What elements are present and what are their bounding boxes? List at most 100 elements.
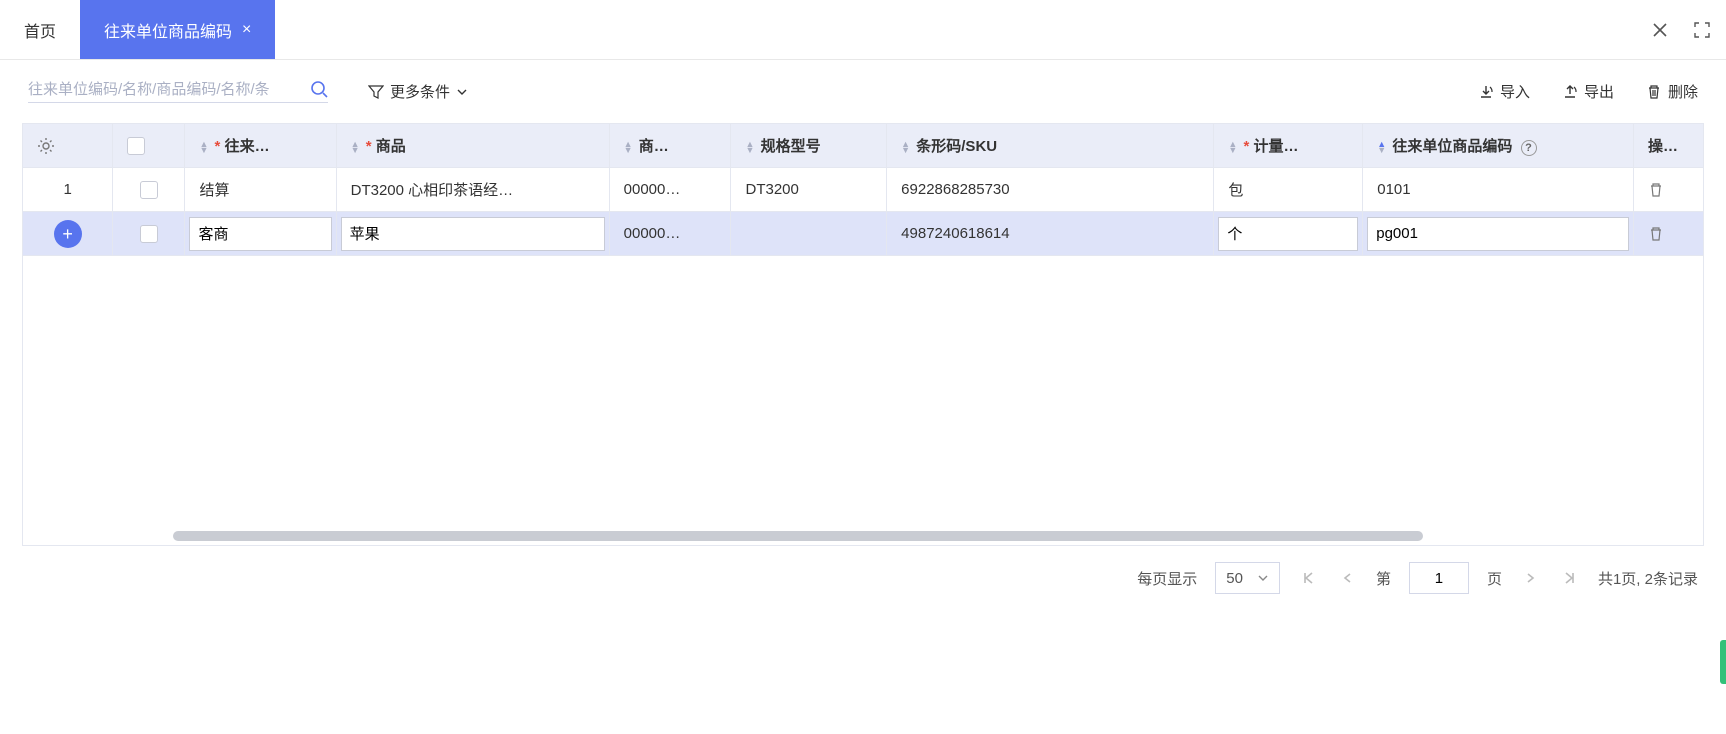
sort-icon: ▲▼ — [199, 141, 208, 153]
table-header-row: ▲▼ * 往来… ▲▼ * 商品 ▲▼ 商… ▲▼ 规格型号 ▲▼ 条形码/SK… — [23, 124, 1704, 168]
toolbar: 更多条件 导入 导出 删除 — [0, 60, 1726, 123]
close-all-tabs-button[interactable] — [1648, 18, 1672, 42]
col-barcode-label: 条形码/SKU — [916, 138, 997, 155]
col-unit-label: 计量… — [1253, 138, 1298, 155]
page-suffix: 页 — [1487, 568, 1502, 589]
col-ops-header: 操… — [1634, 124, 1704, 168]
trash-icon[interactable] — [1648, 226, 1689, 242]
cell-product[interactable]: DT3200 心相印茶语经… — [336, 168, 609, 212]
cell-product-code[interactable]: 00000… — [609, 168, 731, 212]
col-spec-header[interactable]: ▲▼ 规格型号 — [731, 124, 887, 168]
search-input[interactable] — [28, 81, 310, 98]
trash-icon[interactable] — [1648, 182, 1689, 198]
table-region: ▲▼ * 往来… ▲▼ * 商品 ▲▼ 商… ▲▼ 规格型号 ▲▼ 条形码/SK… — [0, 123, 1726, 546]
cell-barcode[interactable]: 4987240618614 — [887, 212, 1214, 256]
sort-icon: ▲▼ — [901, 141, 910, 153]
horizontal-scrollbar[interactable] — [173, 531, 1423, 541]
select-all-checkbox[interactable] — [127, 137, 145, 155]
import-icon — [1478, 84, 1494, 100]
col-product-code-header[interactable]: ▲▼ 商… — [609, 124, 731, 168]
delete-label: 删除 — [1668, 81, 1698, 102]
sort-icon: ▲▼ — [1228, 141, 1237, 153]
table-empty-area — [22, 256, 1704, 546]
cell-spec[interactable] — [731, 212, 887, 256]
import-label: 导入 — [1500, 81, 1530, 102]
table-row[interactable]: 1 结算 DT3200 心相印茶语经… 00000… DT3200 692286… — [23, 168, 1704, 212]
cell-unit[interactable] — [1214, 212, 1363, 256]
row-delete-cell[interactable] — [1634, 168, 1704, 212]
export-icon — [1562, 84, 1578, 100]
gear-icon — [37, 137, 55, 155]
unit-input[interactable] — [1218, 217, 1358, 251]
col-spec-label: 规格型号 — [761, 138, 821, 155]
cell-partner[interactable]: 结算 — [185, 168, 336, 212]
x-icon — [1651, 21, 1669, 39]
col-product-header[interactable]: ▲▼ * 商品 — [336, 124, 609, 168]
sort-icon: ▲▼ — [624, 141, 633, 153]
add-row-button[interactable]: + — [54, 220, 82, 248]
next-page-button[interactable] — [1520, 572, 1540, 584]
cell-product-code[interactable]: 00000… — [609, 212, 731, 256]
row-checkbox-cell[interactable] — [113, 168, 185, 212]
col-partner-code-label: 往来单位商品编码 — [1392, 138, 1512, 155]
export-label: 导出 — [1584, 81, 1614, 102]
prev-page-button[interactable] — [1338, 572, 1358, 584]
row-delete-cell[interactable] — [1634, 212, 1704, 256]
required-mark: * — [215, 138, 221, 155]
checkbox-header[interactable] — [113, 124, 185, 168]
sort-icon: ▲▼ — [351, 141, 360, 153]
per-page-label: 每页显示 — [1137, 568, 1197, 589]
col-partner-header[interactable]: ▲▼ * 往来… — [185, 124, 336, 168]
toolbar-right: 导入 导出 删除 — [1478, 81, 1698, 102]
cell-product[interactable] — [336, 212, 609, 256]
tab-home[interactable]: 首页 — [0, 0, 80, 59]
page-size-value: 50 — [1226, 570, 1243, 587]
more-filters-label: 更多条件 — [390, 81, 450, 102]
add-row-cell: + — [23, 212, 113, 256]
last-page-button[interactable] — [1558, 571, 1580, 585]
tab-active[interactable]: 往来单位商品编码 × — [80, 0, 275, 59]
row-checkbox-cell[interactable] — [113, 212, 185, 256]
col-ops-label: 操… — [1648, 138, 1678, 155]
row-index: 1 — [23, 168, 113, 212]
cell-barcode[interactable]: 6922868285730 — [887, 168, 1214, 212]
page-number-input[interactable] — [1409, 562, 1469, 594]
col-partner-code-header[interactable]: ▲▼ 往来单位商品编码 ? — [1363, 124, 1634, 168]
trash-icon — [1646, 84, 1662, 100]
cell-partner-code[interactable]: 0101 — [1363, 168, 1634, 212]
required-mark: * — [366, 138, 372, 155]
col-barcode-header[interactable]: ▲▼ 条形码/SKU — [887, 124, 1214, 168]
page-size-select[interactable]: 50 — [1215, 562, 1280, 594]
sort-icon: ▲▼ — [1377, 141, 1386, 153]
col-product-code-label: 商… — [639, 138, 669, 155]
data-table: ▲▼ * 往来… ▲▼ * 商品 ▲▼ 商… ▲▼ 规格型号 ▲▼ 条形码/SK… — [22, 123, 1704, 256]
col-unit-header[interactable]: ▲▼ * 计量… — [1214, 124, 1363, 168]
side-accent[interactable] — [1720, 640, 1726, 684]
cell-partner[interactable] — [185, 212, 336, 256]
partner-code-input[interactable] — [1367, 217, 1629, 251]
import-button[interactable]: 导入 — [1478, 81, 1530, 102]
chevron-down-icon — [456, 86, 468, 98]
row-checkbox[interactable] — [140, 181, 158, 199]
table-row[interactable]: + 00000… 4987240618614 — [23, 212, 1704, 256]
cell-partner-code[interactable] — [1363, 212, 1634, 256]
first-page-button[interactable] — [1298, 571, 1320, 585]
partner-input[interactable] — [189, 217, 331, 251]
close-icon[interactable]: × — [242, 22, 251, 38]
cell-spec[interactable]: DT3200 — [731, 168, 887, 212]
search-icon[interactable] — [310, 80, 328, 98]
fullscreen-button[interactable] — [1690, 18, 1714, 42]
product-input[interactable] — [341, 217, 605, 251]
settings-header[interactable] — [23, 124, 113, 168]
tab-active-label: 往来单位商品编码 — [104, 18, 232, 42]
page-summary: 共1页, 2条记录 — [1598, 568, 1698, 589]
tab-bar-actions — [1648, 0, 1714, 59]
export-button[interactable]: 导出 — [1562, 81, 1614, 102]
help-icon[interactable]: ? — [1521, 140, 1537, 156]
row-checkbox[interactable] — [140, 225, 158, 243]
delete-button[interactable]: 删除 — [1646, 81, 1698, 102]
more-filters-button[interactable]: 更多条件 — [368, 81, 468, 102]
chevron-down-icon — [1257, 572, 1269, 584]
cell-unit[interactable]: 包 — [1214, 168, 1363, 212]
filter-icon — [368, 84, 384, 100]
